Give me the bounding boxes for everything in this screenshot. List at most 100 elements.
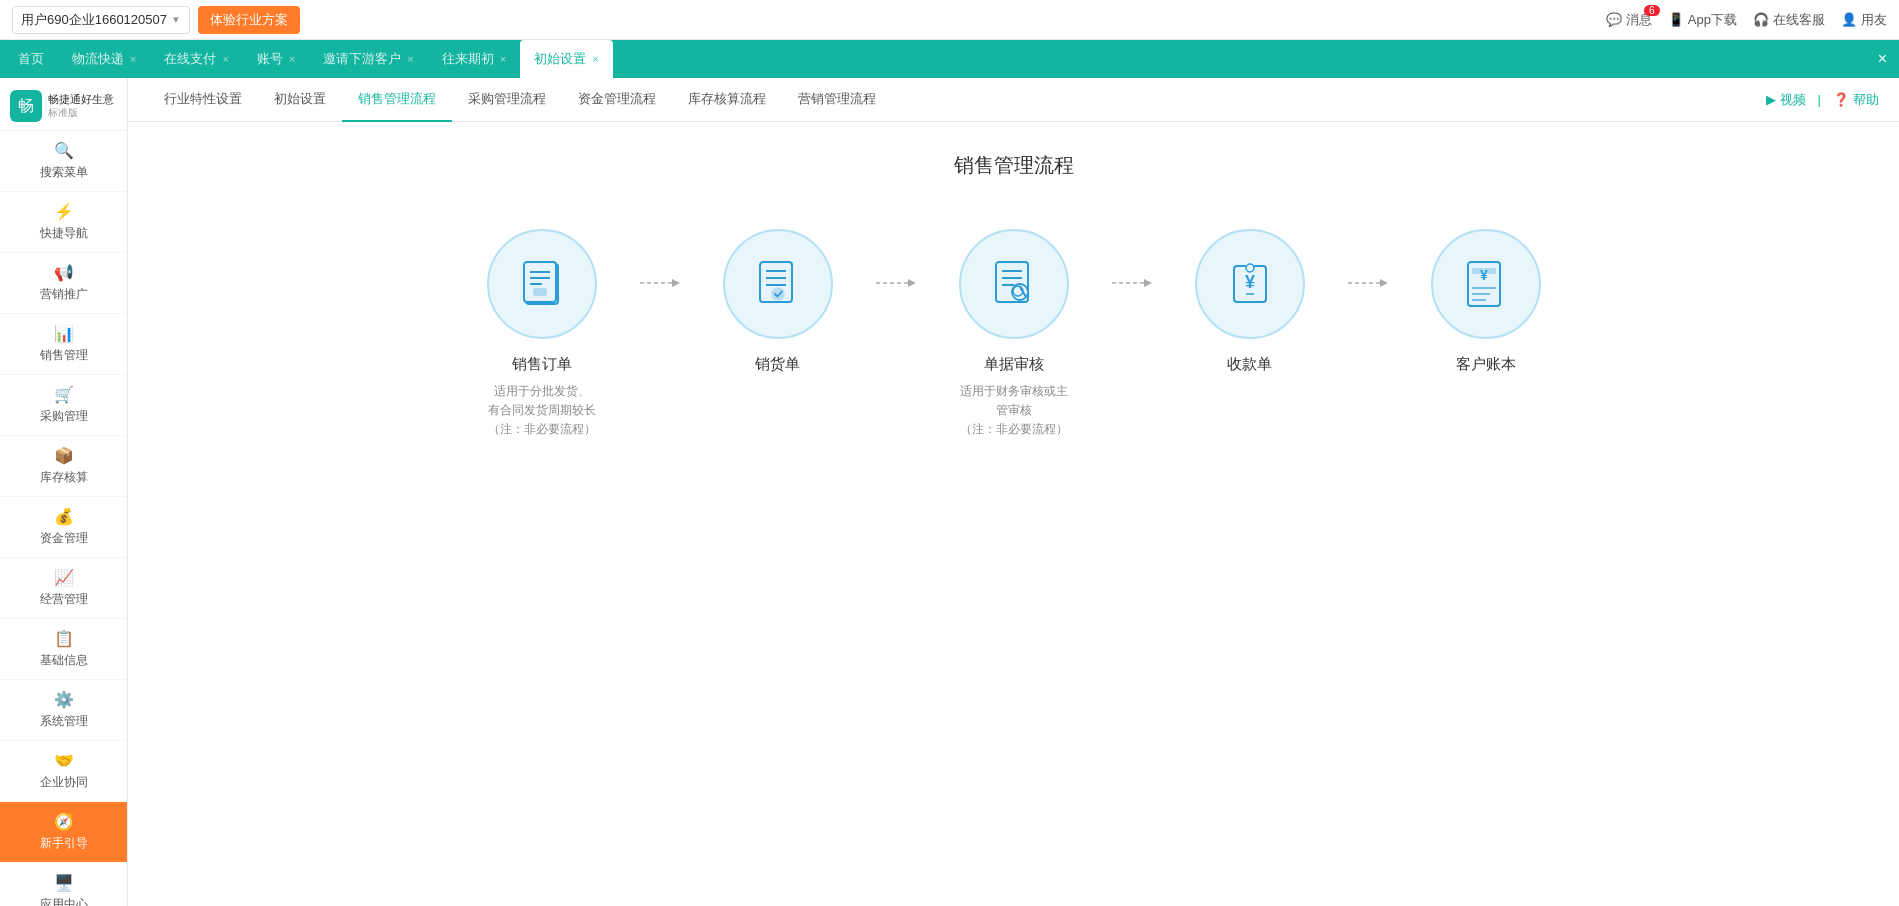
cart-icon: 🛒 (54, 385, 74, 404)
sidebar-item-quick-nav[interactable]: ⚡ 快捷导航 (0, 192, 127, 253)
user-selector-text: 用户690企业1660120507 (21, 11, 167, 29)
app-download-icon: 📱 (1668, 12, 1684, 27)
sidebar-item-basic[interactable]: 📋 基础信息 (0, 619, 127, 680)
nav-tab-account[interactable]: 账号 × (243, 40, 309, 78)
step5-label: 客户账本 (1456, 355, 1516, 374)
nav-tab-setup[interactable]: 初始设置 × (520, 40, 612, 78)
step2-label: 销货单 (755, 355, 800, 374)
nav-tab-home-label: 首页 (18, 50, 44, 68)
help-link[interactable]: ❓ 帮助 (1833, 91, 1879, 109)
experience-button[interactable]: 体验行业方案 (198, 6, 300, 34)
sidebar: 畅 畅捷通好生意 标准版 🔍 搜索菜单 ⚡ 快捷导航 📢 营销推广 📊 销售管理… (0, 78, 128, 906)
nav-tab-invite[interactable]: 邀请下游客户 × (309, 40, 427, 78)
video-icon: ▶ (1766, 92, 1776, 107)
user-name-label: 用友 (1861, 11, 1887, 29)
desktop-icon: 🖥️ (54, 873, 74, 892)
online-service-item[interactable]: 🎧 在线客服 (1753, 11, 1825, 29)
sales-order-icon (516, 258, 568, 310)
sidebar-item-basic-label: 基础信息 (40, 652, 88, 669)
sidebar-item-finance-label: 资金管理 (40, 530, 88, 547)
user-selector[interactable]: 用户690企业1660120507 ▼ (12, 6, 190, 34)
svg-rect-8 (533, 288, 547, 296)
header-left: 用户690企业1660120507 ▼ 体验行业方案 (12, 6, 300, 34)
sidebar-item-appcenter[interactable]: 🖥️ 应用中心 (0, 863, 127, 906)
flow-circle-ledger: ¥ (1431, 229, 1541, 339)
close-initial-icon[interactable]: × (500, 53, 506, 65)
nav-tabs-bar: 首页 物流快递 × 在线支付 × 账号 × 邀请下游客户 × 往来期初 × 初始… (0, 40, 1899, 78)
sidebar-item-sales-label: 销售管理 (40, 347, 88, 364)
video-link[interactable]: ▶ 视频 (1766, 91, 1806, 109)
delivery-icon (752, 258, 804, 310)
sub-tab-inventory-flow-label: 库存核算流程 (688, 90, 766, 108)
info-icon: 📋 (54, 629, 74, 648)
nav-tab-home[interactable]: 首页 (4, 40, 58, 78)
arrow-icon-1 (636, 273, 684, 293)
message-icon: 💬 (1606, 12, 1622, 27)
sidebar-item-search-label: 搜索菜单 (40, 164, 88, 181)
sub-tab-sales-flow[interactable]: 销售管理流程 (342, 78, 452, 122)
ops-icon: 📈 (54, 568, 74, 587)
box-icon: 📦 (54, 446, 74, 465)
audit-icon (988, 258, 1040, 310)
sidebar-logo: 畅 畅捷通好生意 标准版 (0, 78, 127, 131)
close-setup-icon[interactable]: × (592, 53, 598, 65)
nav-tab-setup-label: 初始设置 (534, 50, 586, 68)
messages-item[interactable]: 💬 消息 6 (1606, 11, 1652, 29)
sidebar-item-finance[interactable]: 💰 资金管理 (0, 497, 127, 558)
sub-tab-purchase-flow[interactable]: 采购管理流程 (452, 78, 562, 122)
svg-marker-26 (1144, 279, 1152, 287)
sub-tab-finance-flow[interactable]: 资金管理流程 (562, 78, 672, 122)
user-selector-arrow: ▼ (171, 14, 181, 25)
svg-point-29 (1246, 264, 1254, 272)
sidebar-item-inventory[interactable]: 📦 库存核算 (0, 436, 127, 497)
flow-step-receipt: ¥ 收款单 (1160, 229, 1340, 382)
sub-tab-init[interactable]: 初始设置 (258, 78, 342, 122)
sub-tab-inventory-flow[interactable]: 库存核算流程 (672, 78, 782, 122)
sidebar-item-system[interactable]: ⚙️ 系统管理 (0, 680, 127, 741)
handshake-icon: 🤝 (54, 751, 74, 770)
sub-tab-marketing-flow[interactable]: 营销管理流程 (782, 78, 892, 122)
svg-text:¥: ¥ (1480, 267, 1488, 283)
user-item[interactable]: 👤 用友 (1841, 11, 1887, 29)
close-invite-icon[interactable]: × (407, 53, 413, 65)
flow-step-audit: 单据审核 适用于财务审核或主管审核（注：非必要流程） (924, 229, 1104, 440)
app-download-item[interactable]: 📱 App下载 (1668, 11, 1737, 29)
close-logistics-icon[interactable]: × (130, 53, 136, 65)
sub-tab-industry[interactable]: 行业特性设置 (148, 78, 258, 122)
close-payment-icon[interactable]: × (222, 53, 228, 65)
messages-badge: 6 (1644, 5, 1660, 16)
help-divider: | (1818, 92, 1821, 107)
sidebar-item-search[interactable]: 🔍 搜索菜单 (0, 131, 127, 192)
close-account-icon[interactable]: × (289, 53, 295, 65)
flow-circle-delivery (723, 229, 833, 339)
nav-tab-logistics[interactable]: 物流快递 × (58, 40, 150, 78)
nav-close-all-button[interactable]: × (1866, 50, 1899, 68)
svg-marker-31 (1380, 279, 1388, 287)
logo-icon: 畅 (10, 90, 42, 122)
sub-tabs-bar: 行业特性设置 初始设置 销售管理流程 采购管理流程 资金管理流程 库存核算流程 … (128, 78, 1899, 122)
sidebar-item-ops[interactable]: 📈 经营管理 (0, 558, 127, 619)
sidebar-item-enterprise[interactable]: 🤝 企业协同 (0, 741, 127, 802)
content-area: 行业特性设置 初始设置 销售管理流程 采购管理流程 资金管理流程 库存核算流程 … (128, 78, 1899, 906)
sidebar-item-sales[interactable]: 📊 销售管理 (0, 314, 127, 375)
money-icon: 💰 (54, 507, 74, 526)
nav-tab-account-label: 账号 (257, 50, 283, 68)
sidebar-item-purchase[interactable]: 🛒 采购管理 (0, 375, 127, 436)
header-right: 💬 消息 6 📱 App下载 🎧 在线客服 👤 用友 (1606, 11, 1887, 29)
megaphone-icon: 📢 (54, 263, 74, 282)
sub-tab-init-label: 初始设置 (274, 90, 326, 108)
flow-circle-sales-order (487, 229, 597, 339)
app-version: 标准版 (48, 106, 114, 120)
sub-tabs-actions: ▶ 视频 | ❓ 帮助 (1766, 91, 1879, 109)
step3-desc: 适用于财务审核或主管审核（注：非必要流程） (960, 382, 1068, 440)
app-name: 畅捷通好生意 (48, 92, 114, 106)
nav-tab-initial[interactable]: 往来期初 × (428, 40, 520, 78)
sidebar-item-marketing[interactable]: 📢 营销推广 (0, 253, 127, 314)
svg-point-15 (772, 288, 784, 300)
flow-step-delivery: 销货单 (688, 229, 868, 382)
arrow-icon-3 (1108, 273, 1156, 293)
sidebar-item-newguide[interactable]: 🧭 新手引导 (0, 802, 127, 863)
nav-tab-payment[interactable]: 在线支付 × (150, 40, 242, 78)
nav-tab-logistics-label: 物流快递 (72, 50, 124, 68)
chart-icon: 📊 (54, 324, 74, 343)
